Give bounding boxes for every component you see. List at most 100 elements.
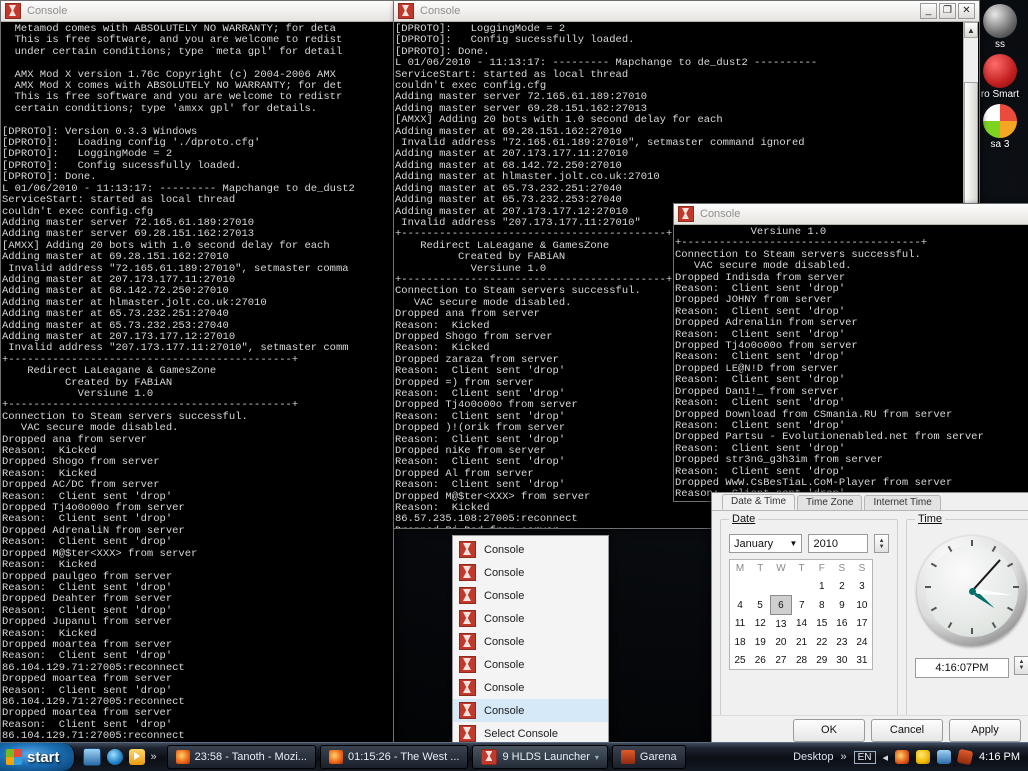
- console-window-3[interactable]: Console Versiune 1.0 +-------------------…: [673, 203, 1028, 502]
- calendar-day[interactable]: 13: [771, 615, 792, 634]
- console-line: ServiceStart: started as local thread: [2, 194, 236, 207]
- media-player-icon[interactable]: [128, 749, 145, 765]
- calendar-weekday: W: [776, 563, 786, 574]
- internet-explorer-icon[interactable]: [106, 749, 123, 765]
- calendar-day[interactable]: 23: [832, 633, 852, 651]
- language-indicator[interactable]: EN: [853, 750, 876, 764]
- calendar-day[interactable]: 4: [730, 596, 751, 615]
- taskbar-task-button[interactable]: 23:58 - Tanoth - Mozi...: [166, 745, 316, 769]
- tray-expand-icon[interactable]: ◂: [883, 751, 889, 764]
- month-select[interactable]: January ▼: [729, 534, 803, 553]
- calendar-day[interactable]: 15: [812, 615, 832, 634]
- taskbar-task-button[interactable]: 9 HLDS Launcher ▾: [472, 745, 608, 769]
- popup-menu-item-label: Console: [484, 635, 525, 648]
- task-button-list[interactable]: 23:58 - Tanoth - Mozi... 01:15:26 - The W…: [165, 745, 688, 769]
- console-line: Dropped AC/DC from server: [2, 479, 160, 492]
- calendar-day[interactable]: 22: [812, 633, 832, 651]
- taskbar-task-button[interactable]: 01:15:26 - The West ...: [319, 745, 469, 769]
- calendar-day[interactable]: 16: [832, 615, 852, 634]
- calendar-day[interactable]: 2: [832, 577, 852, 596]
- minimize-button[interactable]: _: [920, 3, 937, 19]
- year-input[interactable]: 2010: [808, 534, 869, 553]
- tab-internet-time[interactable]: Internet Time: [864, 495, 941, 510]
- start-button[interactable]: start: [0, 743, 75, 771]
- calendar-day[interactable]: 17: [852, 615, 873, 634]
- console-line: [DPROTO]: Done.: [2, 171, 97, 184]
- calendar-day[interactable]: 31: [852, 651, 873, 670]
- popup-menu-item[interactable]: Console: [453, 584, 608, 607]
- calendar-day[interactable]: 21: [791, 633, 811, 651]
- taskbar-task-button[interactable]: Garena: [611, 745, 686, 769]
- system-tray[interactable]: Desktop » EN ◂ 4:16 PM: [793, 748, 1028, 766]
- time-input[interactable]: 4:16:07PM: [915, 658, 1009, 678]
- taskbar-clock[interactable]: 4:16 PM: [979, 751, 1020, 763]
- dialog-tab-strip[interactable]: Date & Time Time Zone Internet Time: [712, 493, 1028, 511]
- popup-menu-item[interactable]: Console: [453, 630, 608, 653]
- window-title-bar[interactable]: Console: [674, 204, 1028, 225]
- calendar-body[interactable]: 1 2 3 4 5 6 7 8 9 10 11 12 13 14 15 16 17 18 19 20 21 22 23 24 2…: [730, 577, 873, 670]
- calendar-day[interactable]: 11: [730, 615, 751, 634]
- show-desktop-icon[interactable]: [82, 748, 101, 766]
- calendar-day[interactable]: 18: [730, 633, 751, 651]
- date-group-label: Date: [729, 513, 759, 525]
- calendar[interactable]: MTWTFSS 1 2 3 4 5 6 7 8 9 10 11 12 13 14 15 16 17 18 19 20 2…: [729, 559, 873, 670]
- firefox-tray-icon[interactable]: [895, 750, 910, 764]
- year-stepper[interactable]: ▲ ▼: [874, 534, 889, 553]
- console-line: [AMXX] Adding 20 bots with 1.0 second de…: [395, 114, 723, 127]
- close-button[interactable]: ✕: [958, 3, 975, 19]
- desktop-icon-pass[interactable]: ss: [972, 4, 1028, 50]
- popup-menu-item[interactable]: Console: [453, 653, 608, 676]
- calendar-day[interactable]: 9: [832, 596, 852, 615]
- messenger-tray-icon[interactable]: [916, 750, 931, 764]
- chevron-right-icon[interactable]: »: [840, 751, 846, 763]
- time-stepper[interactable]: ▲ ▼: [1014, 655, 1028, 675]
- calendar-day[interactable]: 10: [852, 596, 873, 615]
- date-and-time-dialog[interactable]: Date & Time Time Zone Internet Time Date…: [711, 492, 1028, 745]
- calendar-day[interactable]: 7: [791, 596, 811, 615]
- maximize-button[interactable]: ❐: [939, 3, 956, 19]
- calendar-day[interactable]: 29: [812, 651, 832, 670]
- calendar-day[interactable]: 26: [750, 651, 770, 670]
- calendar-day[interactable]: 25: [730, 651, 751, 670]
- scroll-up-arrow[interactable]: ▲: [964, 22, 978, 38]
- popup-menu-item[interactable]: Console: [453, 538, 608, 561]
- network-tray-icon[interactable]: [937, 750, 952, 764]
- desktop-icon-nero-smart[interactable]: ro Smart: [972, 54, 1028, 100]
- ok-button[interactable]: OK: [793, 718, 865, 742]
- calendar-day[interactable]: 6: [770, 595, 792, 615]
- tab-time-zone[interactable]: Time Zone: [797, 495, 863, 510]
- console-line: Reason: Kicked: [2, 559, 97, 572]
- cancel-button[interactable]: Cancel: [871, 718, 943, 742]
- desktop-icon-salsa3[interactable]: sa 3: [972, 104, 1028, 150]
- popup-menu-item[interactable]: Console: [453, 561, 608, 584]
- calendar-day[interactable]: 19: [750, 633, 770, 651]
- quick-launch-bar[interactable]: »: [75, 745, 165, 769]
- popup-menu-item[interactable]: Console: [453, 676, 608, 699]
- calendar-day[interactable]: 28: [791, 651, 811, 670]
- popup-menu-item[interactable]: Console: [453, 607, 608, 630]
- popup-menu-item[interactable]: Console: [453, 699, 608, 722]
- nero-smart-icon: [983, 54, 1017, 88]
- garena-tray-icon[interactable]: [956, 748, 974, 766]
- calendar-day[interactable]: 27: [771, 651, 792, 670]
- chevron-down-icon[interactable]: ▾: [595, 753, 599, 762]
- calendar-day[interactable]: 14: [791, 615, 811, 634]
- tab-date-and-time[interactable]: Date & Time: [722, 494, 796, 510]
- apply-button[interactable]: Apply: [949, 718, 1021, 742]
- calendar-day[interactable]: 3: [852, 577, 873, 596]
- window-title-bar[interactable]: Console: [1, 1, 393, 22]
- calendar-day[interactable]: 1: [812, 577, 832, 596]
- window-title-bar[interactable]: Console _ ❐ ✕: [394, 1, 979, 22]
- console-window-1[interactable]: Console Metamod comes with ABSOLUTELY NO…: [0, 0, 394, 745]
- chevron-right-icon[interactable]: »: [151, 751, 157, 763]
- calendar-day[interactable]: 5: [750, 596, 770, 615]
- calendar-day[interactable]: 8: [812, 596, 832, 615]
- calendar-day[interactable]: 20: [771, 633, 792, 651]
- console-select-popup[interactable]: Console Console Console Console Console Conso…: [452, 535, 609, 748]
- calendar-day[interactable]: 12: [750, 615, 770, 634]
- analog-clock: [917, 536, 1027, 646]
- taskbar[interactable]: start » 23:58 - Tanoth - Mozi... 01:15:26…: [0, 742, 1028, 771]
- calendar-day[interactable]: 24: [852, 633, 873, 651]
- calendar-day[interactable]: 30: [832, 651, 852, 670]
- console-line: VAC secure mode disabled.: [675, 260, 852, 273]
